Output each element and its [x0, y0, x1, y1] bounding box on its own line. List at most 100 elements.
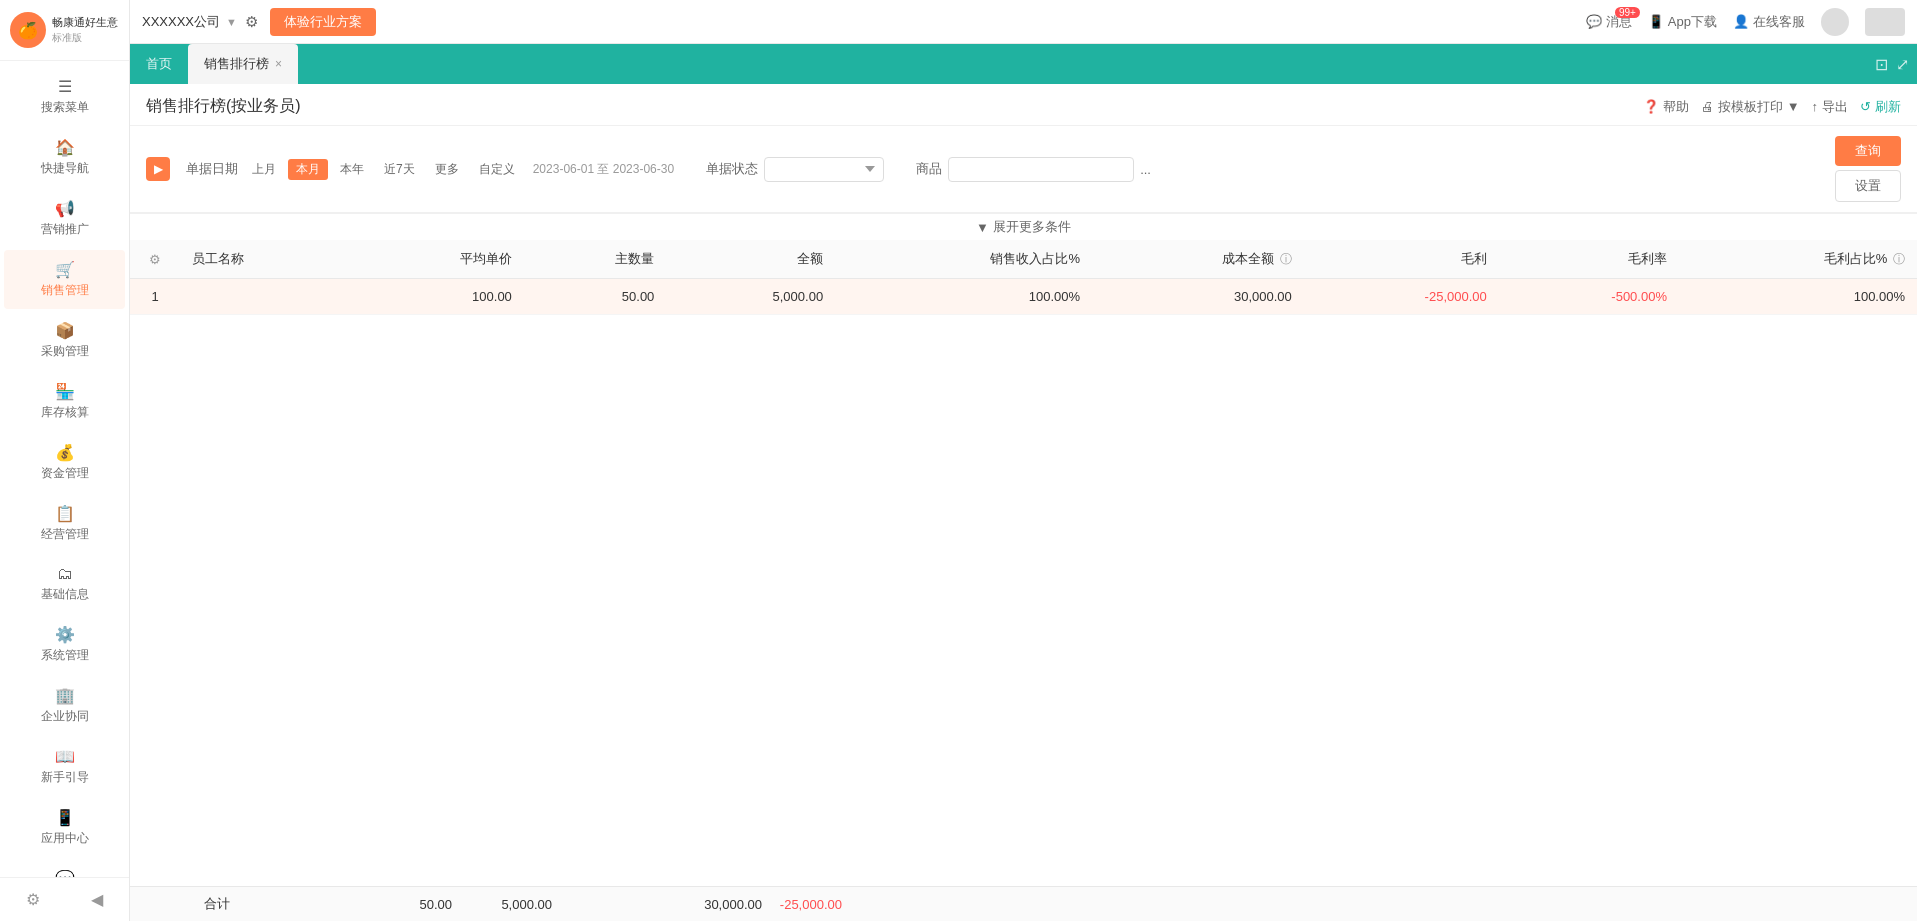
sidebar-label-finance: 资金管理 — [41, 465, 89, 482]
query-button[interactable]: 查询 — [1835, 136, 1901, 166]
date-opt-custom[interactable]: 自定义 — [471, 159, 523, 180]
cell-sales-pct: 100.00% — [835, 279, 1092, 315]
footer-gross-rate — [842, 897, 922, 912]
date-opt-more[interactable]: 更多 — [427, 159, 467, 180]
footer-sales-pct — [552, 897, 662, 912]
table-container: ⚙ 员工名称 平均单价 主数量 全额 销售收入占比% 成本全额 ⓘ 毛利 — [130, 240, 1917, 886]
table-footer: 合计 50.00 5,000.00 30,000.00 -25,000.00 — [130, 886, 1917, 921]
sidebar-item-inventory[interactable]: 🏪 库存核算 — [4, 372, 125, 431]
sidebar-item-operations[interactable]: 📋 经营管理 — [4, 494, 125, 553]
help-button[interactable]: ❓ 帮助 — [1643, 98, 1689, 116]
sidebar-bottom: ⚙ ◀ — [0, 877, 129, 921]
cell-rank: 1 — [130, 279, 180, 315]
sidebar-label-system: 系统管理 — [41, 647, 89, 664]
tab-close-button[interactable]: × — [275, 57, 282, 71]
refresh-icon: ↺ — [1860, 99, 1871, 114]
service-icon: 👤 — [1733, 14, 1749, 29]
sidebar-item-apps[interactable]: 📱 应用中心 — [4, 798, 125, 857]
inventory-icon: 🏪 — [55, 382, 75, 401]
message-button[interactable]: 💬 消息 99+ — [1586, 13, 1632, 31]
sidebar-label-quick-nav: 快捷导航 — [41, 160, 89, 177]
app-download-button[interactable]: 📱 App下载 — [1648, 13, 1717, 31]
date-opt-this-year[interactable]: 本年 — [332, 159, 372, 180]
export-button[interactable]: ↑ 导出 — [1812, 98, 1849, 116]
tab-bar: 首页 销售排行榜 × ⊡ ⤢ — [130, 44, 1917, 84]
search-menu-icon: ☰ — [58, 77, 72, 96]
refresh-button[interactable]: ↺ 刷新 — [1860, 98, 1901, 116]
cost-help-icon[interactable]: ⓘ — [1280, 252, 1292, 266]
user-avatar[interactable] — [1821, 8, 1849, 36]
sidebar-collapse-button[interactable]: ◀ — [87, 886, 107, 913]
more-filter-button[interactable]: ... — [1140, 162, 1151, 177]
expand-label: 展开更多条件 — [993, 218, 1071, 236]
col-header-cost: 成本全额 ⓘ — [1092, 240, 1304, 279]
help-icon: ❓ — [1643, 99, 1659, 114]
online-service-button[interactable]: 👤 在线客服 — [1733, 13, 1805, 31]
goods-label: 商品 — [916, 160, 942, 178]
sidebar-item-basic-info[interactable]: 🗂 基础信息 — [4, 555, 125, 613]
date-opt-7days[interactable]: 近7天 — [376, 159, 423, 180]
finance-icon: 💰 — [55, 443, 75, 462]
sidebar-label-basic-info: 基础信息 — [41, 586, 89, 603]
col-header-avg-price: 平均单价 — [352, 240, 524, 279]
footer-amount: 5,000.00 — [452, 897, 552, 912]
print-icon: 🖨 — [1701, 99, 1714, 114]
date-opt-this-month[interactable]: 本月 — [288, 159, 328, 180]
status-select[interactable] — [764, 157, 884, 182]
sidebar-item-purchase[interactable]: 📦 采购管理 — [4, 311, 125, 370]
tab-sales-ranking[interactable]: 销售排行榜 × — [188, 44, 298, 84]
sidebar-item-marketing[interactable]: 📢 营销推广 — [4, 189, 125, 248]
header-right: 💬 消息 99+ 📱 App下载 👤 在线客服 — [1586, 8, 1905, 36]
sidebar-item-search[interactable]: ☰ 搜索菜单 — [4, 67, 125, 126]
company-selector[interactable]: XXXXXX公司 ▼ — [142, 13, 237, 31]
footer-total-label: 合计 — [192, 895, 272, 913]
wechat-icon: 💬 — [55, 869, 75, 877]
cell-amount: 5,000.00 — [666, 279, 835, 315]
print-button[interactable]: 🖨 按模板打印 ▼ — [1701, 98, 1800, 116]
filter-expand-arrow[interactable]: ▶ — [146, 157, 170, 181]
settings-button[interactable]: 设置 — [1835, 170, 1901, 202]
user-menu[interactable] — [1865, 8, 1905, 36]
sidebar-item-finance[interactable]: 💰 资金管理 — [4, 433, 125, 492]
tab-sales-ranking-label: 销售排行榜 — [204, 55, 269, 73]
filter-bar: ▶ 单据日期 上月 本月 本年 近7天 更多 自定义 2023-06-01 至 … — [130, 126, 1917, 213]
filter-goods-item: 商品 ... — [916, 157, 1151, 182]
col-header-gross-rate: 毛利率 — [1499, 240, 1679, 279]
footer-values: 50.00 5,000.00 30,000.00 -25,000.00 — [272, 897, 1905, 912]
date-range: 2023-06-01 至 2023-06-30 — [533, 161, 674, 178]
page-inner: 销售排行榜(按业务员) ❓ 帮助 🖨 按模板打印 ▼ ↑ 导出 — [130, 84, 1917, 921]
filter-query-area: 查询 设置 — [1835, 136, 1901, 202]
table-settings-icon: ⚙ — [149, 252, 161, 267]
sidebar-item-guide[interactable]: 📖 新手引导 — [4, 737, 125, 796]
page-content: 销售排行榜(按业务员) ❓ 帮助 🖨 按模板打印 ▼ ↑ 导出 — [130, 84, 1917, 921]
sidebar-item-wechat[interactable]: 💬 企业微信 — [4, 859, 125, 877]
guide-icon: 📖 — [55, 747, 75, 766]
sidebar-item-sales[interactable]: 🛒 销售管理 — [4, 250, 125, 309]
trial-button[interactable]: 体验行业方案 — [270, 8, 376, 36]
expand-more-row[interactable]: ▼ 展开更多条件 — [130, 213, 1917, 240]
tab-expand-button[interactable]: ⤢ — [1896, 55, 1909, 74]
col-header-qty: 主数量 — [524, 240, 667, 279]
cell-qty: 50.00 — [524, 279, 667, 315]
date-opt-last-month[interactable]: 上月 — [244, 159, 284, 180]
col-header-settings[interactable]: ⚙ — [130, 240, 180, 279]
goods-input[interactable] — [948, 157, 1134, 182]
tab-minimize-button[interactable]: ⊡ — [1875, 55, 1888, 74]
message-badge: 99+ — [1615, 7, 1640, 18]
page-header: 销售排行榜(按业务员) ❓ 帮助 🖨 按模板打印 ▼ ↑ 导出 — [130, 84, 1917, 126]
page-actions: ❓ 帮助 🖨 按模板打印 ▼ ↑ 导出 ↺ 刷新 — [1643, 98, 1901, 116]
gross-pct-help-icon[interactable]: ⓘ — [1893, 252, 1905, 266]
sidebar-settings-button[interactable]: ⚙ — [22, 886, 44, 913]
sidebar-item-system[interactable]: ⚙️ 系统管理 — [4, 615, 125, 674]
sidebar-label-guide: 新手引导 — [41, 769, 89, 786]
tab-home[interactable]: 首页 — [130, 44, 188, 84]
system-icon: ⚙️ — [55, 625, 75, 644]
date-label: 单据日期 — [186, 160, 238, 178]
sidebar-label-apps: 应用中心 — [41, 830, 89, 847]
sidebar-item-quick-nav[interactable]: 🏠 快捷导航 — [4, 128, 125, 187]
header-gear-button[interactable]: ⚙ — [245, 13, 258, 31]
expand-down-icon: ▼ — [976, 220, 989, 235]
sidebar-item-enterprise[interactable]: 🏢 企业协同 — [4, 676, 125, 735]
logo-icon: 🍊 — [10, 12, 46, 48]
export-icon: ↑ — [1812, 99, 1819, 114]
